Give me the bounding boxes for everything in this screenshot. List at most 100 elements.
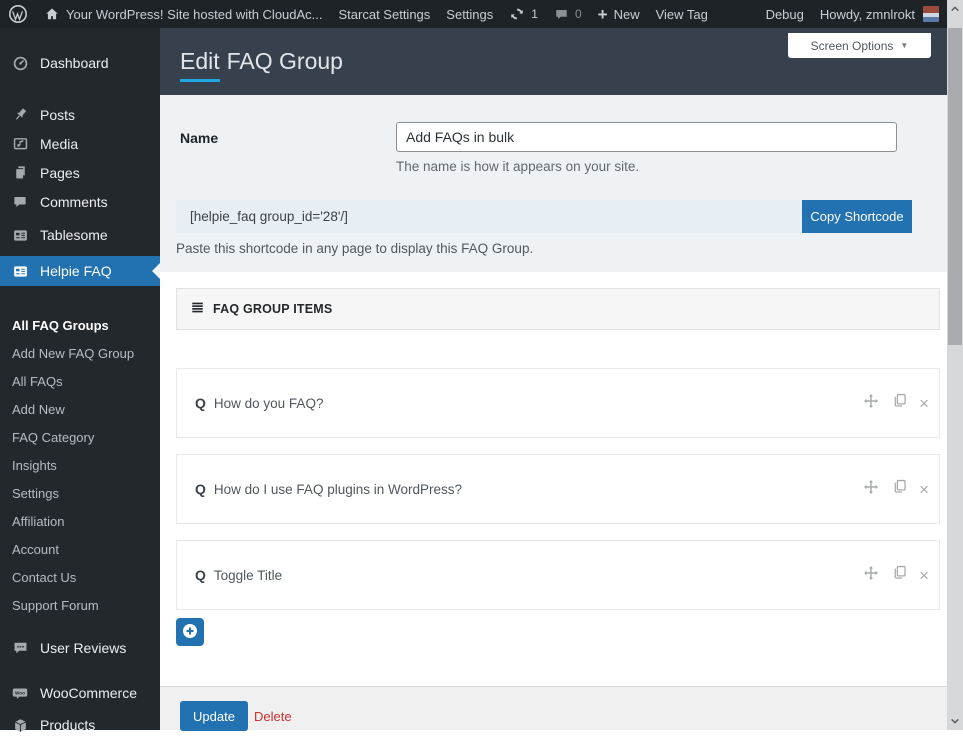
pushpin-icon [10, 106, 30, 123]
settings-menu[interactable]: Settings [438, 0, 501, 28]
duplicate-icon[interactable] [891, 478, 908, 500]
submenu-item-all-faqs[interactable]: All FAQs [0, 368, 160, 396]
scroll-up-arrow[interactable] [947, 1, 963, 17]
shortcode-help-text: Paste this shortcode in any page to disp… [176, 241, 534, 256]
comment-count-badge: 0 [574, 7, 582, 21]
comment-icon [10, 194, 30, 210]
update-button[interactable]: Update [180, 701, 248, 731]
submenu-item-affiliation[interactable]: Affiliation [0, 508, 160, 536]
account-menu[interactable]: Howdy, zmnlrokt [812, 0, 947, 28]
faq-group-items-label: FAQ GROUP ITEMS [213, 302, 333, 316]
sidebar-item-dashboard[interactable]: Dashboard [0, 46, 160, 80]
wordpress-logo-menu[interactable] [0, 0, 36, 28]
view-tag-menu[interactable]: View Tag [648, 0, 716, 28]
admin-top-bar: Your WordPress! Site hosted with CloudAc… [0, 0, 947, 28]
updates-menu[interactable]: 1 [501, 0, 546, 28]
faq-item-title: How do you FAQ? [213, 395, 324, 411]
sidebar-item-comments[interactable]: Comments [0, 187, 160, 216]
site-menu[interactable]: Your WordPress! Site hosted with CloudAc… [36, 0, 331, 28]
move-icon[interactable] [862, 478, 880, 501]
duplicate-icon[interactable] [891, 392, 908, 414]
page-title-edit-word: Edit [180, 48, 220, 82]
sidebar-item-helpie-faq[interactable]: Helpie FAQ [0, 256, 160, 286]
sidebar-item-label: WooCommerce [40, 685, 137, 701]
copy-shortcode-button[interactable]: Copy Shortcode [802, 200, 912, 233]
faq-items-panel: FAQ GROUP ITEMS Q How do you FAQ? × Q Ho… [160, 272, 947, 686]
starcat-settings-label: Starcat Settings [338, 6, 431, 22]
add-plus-icon [182, 623, 198, 642]
remove-icon[interactable]: × [919, 481, 929, 498]
chevron-down-icon: ▼ [900, 41, 909, 50]
sidebar-item-posts[interactable]: Posts [0, 100, 160, 129]
sidebar-item-label: Posts [40, 106, 76, 123]
sidebar-item-label: Products [40, 717, 96, 733]
sidebar-item-label: Media [40, 135, 79, 152]
submenu-item-account[interactable]: Account [0, 536, 160, 564]
duplicate-icon[interactable] [891, 564, 908, 586]
faq-item-actions: × [862, 564, 929, 587]
name-field-label: Name [180, 130, 219, 146]
name-input[interactable] [396, 122, 897, 152]
submenu-item-faq-category[interactable]: FAQ Category [0, 424, 160, 452]
submenu-item-add-new-faq-group[interactable]: Add New FAQ Group [0, 340, 160, 368]
add-faq-item-button[interactable] [176, 618, 204, 646]
comment-bubble-icon [554, 7, 569, 22]
settings-label: Settings [446, 6, 494, 22]
sidebar-item-user-reviews[interactable]: User Reviews [0, 633, 160, 663]
scrollbar[interactable] [947, 0, 963, 730]
page-title-rest: FAQ Group [226, 48, 343, 74]
page-title: Edit FAQ Group [180, 48, 343, 82]
sidebar-item-products[interactable]: Products [0, 710, 160, 740]
new-label: New [613, 6, 640, 22]
sidebar-item-label: Tablesome [40, 227, 108, 243]
faq-item-actions: × [862, 478, 929, 501]
name-help-text: The name is how it appears on your site. [396, 159, 640, 174]
remove-icon[interactable]: × [919, 395, 929, 412]
sidebar-item-tablesome[interactable]: Tablesome [0, 220, 160, 250]
scrollbar-thumb[interactable] [948, 28, 962, 345]
faq-item-row[interactable]: Q Toggle Title × [176, 540, 940, 610]
scroll-down-arrow[interactable] [947, 713, 963, 729]
view-tag-label: View Tag [655, 6, 708, 22]
sidebar-item-label: User Reviews [40, 640, 127, 656]
remove-icon[interactable]: × [919, 567, 929, 584]
sidebar-item-woocommerce[interactable]: Woo WooCommerce [0, 678, 160, 708]
howdy-label: Howdy, zmnlrokt [819, 6, 915, 22]
submenu-item-settings[interactable]: Settings [0, 480, 160, 508]
update-icon [509, 6, 525, 22]
faq-item-row[interactable]: Q How do I use FAQ plugins in WordPress?… [176, 454, 940, 524]
sidebar-item-label: Comments [40, 193, 108, 210]
shortcode-bar: [helpie_faq group_id='28'/] Copy Shortco… [176, 200, 912, 233]
submenu-item-insights[interactable]: Insights [0, 452, 160, 480]
question-icon: Q [195, 395, 206, 411]
woocommerce-icon: Woo [10, 684, 30, 702]
submenu-item-support-forum[interactable]: Support Forum [0, 592, 160, 620]
move-icon[interactable] [862, 564, 880, 587]
submenu-item-add-new[interactable]: Add New [0, 396, 160, 424]
comments-menu[interactable]: 0 [546, 0, 590, 28]
debug-menu[interactable]: Debug [758, 0, 812, 28]
submenu-item-all-faq-groups[interactable]: All FAQ Groups [0, 312, 160, 340]
faq-item-row[interactable]: Q How do you FAQ? × [176, 368, 940, 438]
list-icon [190, 300, 205, 318]
sidebar-item-pages[interactable]: Pages [0, 158, 160, 187]
sidebar-item-label: Helpie FAQ [40, 263, 112, 279]
delete-link[interactable]: Delete [254, 709, 292, 724]
starcat-settings-menu[interactable]: Starcat Settings [331, 0, 439, 28]
move-icon[interactable] [862, 392, 880, 415]
submenu-item-contact-us[interactable]: Contact Us [0, 564, 160, 592]
new-content-menu[interactable]: + New [590, 0, 648, 28]
sidebar-item-label: Dashboard [40, 55, 109, 71]
main-content: EditFAQ Group Screen Options ▼ Name The … [160, 28, 947, 731]
page-header: Edit FAQ Group Screen Options ▼ [160, 28, 947, 95]
faq-item-actions: × [862, 392, 929, 415]
dashboard-icon [10, 55, 30, 72]
reviews-bubble-icon [10, 640, 30, 657]
sidebar-item-label: Pages [40, 164, 80, 181]
faq-group-items-header: FAQ GROUP ITEMS [176, 288, 940, 330]
sidebar-item-media[interactable]: Media [0, 129, 160, 158]
update-count-badge: 1 [531, 7, 538, 21]
screen-options-button[interactable]: Screen Options ▼ [788, 33, 931, 58]
svg-text:Woo: Woo [15, 690, 25, 695]
screen-options-label: Screen Options [810, 38, 894, 53]
